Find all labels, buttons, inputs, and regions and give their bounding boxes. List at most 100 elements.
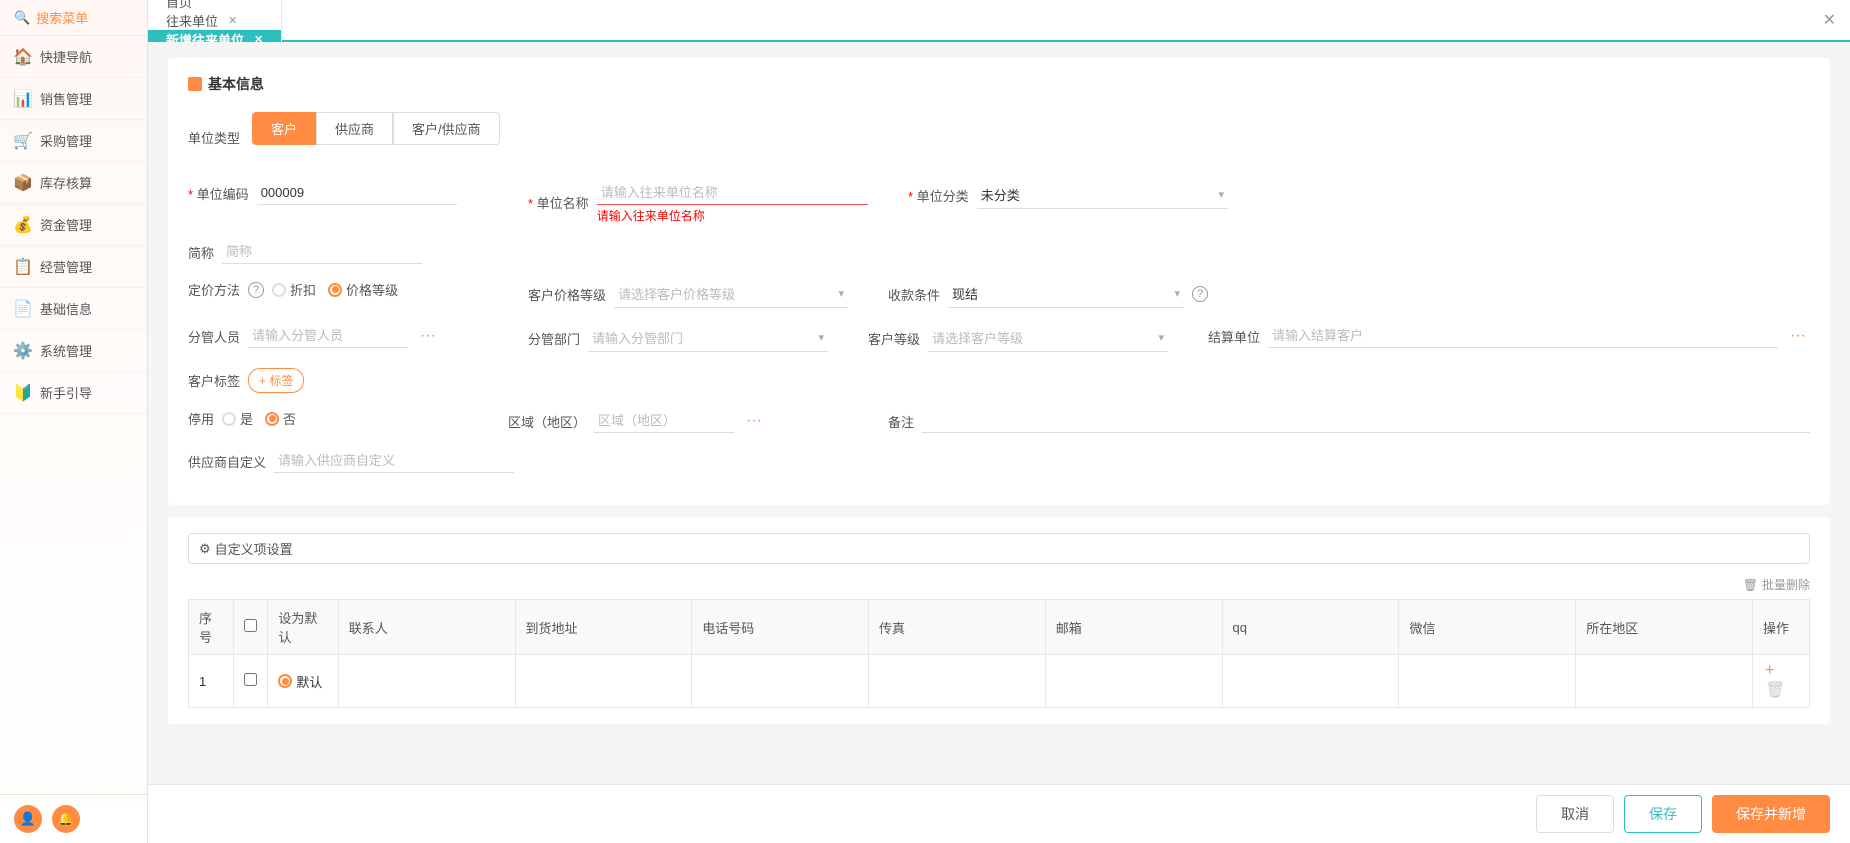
sidebar-item-finance[interactable]: 💰资金管理 (0, 204, 147, 246)
tab-home[interactable]: 首页 (148, 0, 282, 11)
wechat-input[interactable] (1409, 674, 1565, 689)
row-delete-button[interactable]: 🗑 (1763, 680, 1787, 700)
row-default-radio[interactable] (278, 674, 292, 688)
pricing-price-level-radio[interactable] (328, 283, 342, 297)
unit-type-supplier-button[interactable]: 供应商 (316, 112, 393, 145)
manager-more-button[interactable]: ··· (416, 327, 440, 345)
disable-no-option[interactable]: 否 (265, 409, 296, 428)
save-new-button[interactable]: 保存并新增 (1712, 795, 1830, 833)
main-content: 首页往来单位✕新增往来单位✕ ✕ 基本信息 单位类型 客户供应商客户/供应商 单… (148, 0, 1850, 843)
settlement-more-button[interactable]: ··· (1786, 327, 1810, 345)
dept-select[interactable]: 请输入分管部门 ▾ (588, 324, 828, 352)
payment-help-icon[interactable]: ? (1192, 286, 1208, 302)
row-region-input[interactable] (1586, 674, 1742, 689)
manager-input[interactable] (248, 324, 408, 348)
unit-category-group: 单位分类 未分类 ▾ (908, 181, 1228, 209)
row-contact[interactable] (338, 655, 515, 708)
customer-price-select[interactable]: 请选择客户价格等级 ▾ (614, 280, 848, 308)
save-button[interactable]: 保存 (1624, 795, 1702, 833)
table-header-cell: 操作 (1752, 600, 1809, 655)
sidebar-search[interactable]: 🔍 搜索菜单 (0, 0, 147, 36)
unit-category-select[interactable]: 未分类 ▾ (977, 181, 1228, 209)
table-header-cell (234, 600, 268, 655)
row-add-button[interactable]: + (1763, 662, 1776, 680)
region-more-button[interactable]: ··· (742, 412, 766, 430)
pricing-discount-radio[interactable] (272, 283, 286, 297)
qq-input[interactable] (1233, 674, 1389, 689)
row-wechat[interactable] (1399, 655, 1576, 708)
manager-label: 分管人员 (188, 327, 240, 346)
sidebar: 🔍 搜索菜单 🏠 快捷导航 📊销售管理🛒采购管理📦库存核算💰资金管理📋经营管理📄基础… (0, 0, 148, 843)
disable-yes-radio[interactable] (222, 412, 236, 426)
phone-input[interactable] (702, 674, 858, 689)
unit-category-label: 单位分类 (908, 186, 969, 205)
unit-code-input[interactable] (257, 181, 457, 205)
sidebar-item-inventory[interactable]: 📦库存核算 (0, 162, 147, 204)
sidebar-item-basic[interactable]: 📄基础信息 (0, 288, 147, 330)
customer-level-select[interactable]: 请选择客户等级 ▾ (928, 324, 1168, 352)
sidebar-item-operations[interactable]: 📋经营管理 (0, 246, 147, 288)
customer-level-label: 客户等级 (868, 329, 920, 348)
fax-input[interactable] (879, 674, 1035, 689)
email-input[interactable] (1056, 674, 1212, 689)
disable-yes-option[interactable]: 是 (222, 409, 253, 428)
supplier-custom-label: 供应商自定义 (188, 452, 266, 471)
pricing-price-level-label: 价格等级 (346, 280, 398, 299)
row-checkbox[interactable] (244, 673, 257, 686)
customer-price-placeholder: 请选择客户价格等级 (618, 284, 735, 303)
row-region[interactable] (1576, 655, 1753, 708)
user-avatar-icon[interactable]: 👤 (14, 805, 42, 833)
sidebar-item-quick-nav[interactable]: 🏠 快捷导航 (0, 36, 147, 78)
contact-input[interactable] (349, 674, 505, 689)
pricing-help-icon[interactable]: ? (248, 282, 264, 298)
cancel-button[interactable]: 取消 (1536, 795, 1614, 833)
form-row-6: 停用 是 否 区 (188, 409, 1810, 433)
operations-icon: 📋 (14, 258, 32, 276)
sidebar-item-system[interactable]: ⚙️系统管理 (0, 330, 147, 372)
add-tag-label: + 标签 (259, 372, 293, 389)
sidebar-item-label-quick-nav: 快捷导航 (40, 47, 92, 66)
quick-nav-icon: 🏠 (14, 48, 32, 66)
row-phone[interactable] (692, 655, 869, 708)
row-fax[interactable] (869, 655, 1046, 708)
disable-yes-label: 是 (240, 409, 253, 428)
table-select-all-checkbox[interactable] (244, 619, 257, 632)
custom-settings-button[interactable]: ⚙ 自定义项设置 (188, 533, 1810, 564)
pricing-radio-group: 折扣 价格等级 (272, 280, 398, 299)
form-row-2: 简称 (188, 240, 1810, 264)
region-input[interactable] (594, 409, 734, 433)
remark-input[interactable] (922, 409, 1810, 433)
basic-info-card: 基本信息 单位类型 客户供应商客户/供应商 单位编码 单位名称 请输入往来单位名… (168, 58, 1830, 505)
chevron-down-icon3: ▾ (1174, 287, 1180, 300)
tab-partners[interactable]: 往来单位✕ (148, 11, 282, 30)
address-input[interactable] (526, 674, 682, 689)
row-qq[interactable] (1222, 655, 1399, 708)
sidebar-item-sales[interactable]: 📊销售管理 (0, 78, 147, 120)
row-address[interactable] (515, 655, 692, 708)
disable-group: 停用 是 否 (188, 409, 468, 428)
unit-type-customer-button[interactable]: 客户 (252, 112, 316, 145)
sales-icon: 📊 (14, 90, 32, 108)
settlement-input[interactable] (1268, 324, 1778, 348)
tab-bar-close-button[interactable]: ✕ (1809, 10, 1850, 30)
unit-type-both-button[interactable]: 客户/供应商 (393, 112, 500, 145)
batch-delete-button[interactable]: 🗑 批量删除 (188, 576, 1810, 593)
notification-icon[interactable]: 🔔 (52, 805, 80, 833)
sidebar-item-guide[interactable]: 🔰新手引导 (0, 372, 147, 414)
tab-close-partners[interactable]: ✕ (228, 14, 237, 27)
table-header-cell: 邮箱 (1045, 600, 1222, 655)
row-email[interactable] (1045, 655, 1222, 708)
section-title-text: 基本信息 (208, 74, 264, 94)
disable-no-radio[interactable] (265, 412, 279, 426)
supplier-custom-input[interactable] (274, 449, 514, 473)
add-tag-button[interactable]: + 标签 (248, 368, 304, 393)
pricing-discount-option[interactable]: 折扣 (272, 280, 316, 299)
pricing-price-level-option[interactable]: 价格等级 (328, 280, 398, 299)
section-title: 基本信息 (188, 74, 1810, 94)
basic-icon: 📄 (14, 300, 32, 318)
unit-name-input[interactable] (597, 181, 868, 205)
unit-code-group: 单位编码 (188, 181, 488, 205)
abbr-input[interactable] (222, 240, 422, 264)
payment-select[interactable]: 现结 ▾ (948, 280, 1184, 308)
sidebar-item-purchase[interactable]: 🛒采购管理 (0, 120, 147, 162)
